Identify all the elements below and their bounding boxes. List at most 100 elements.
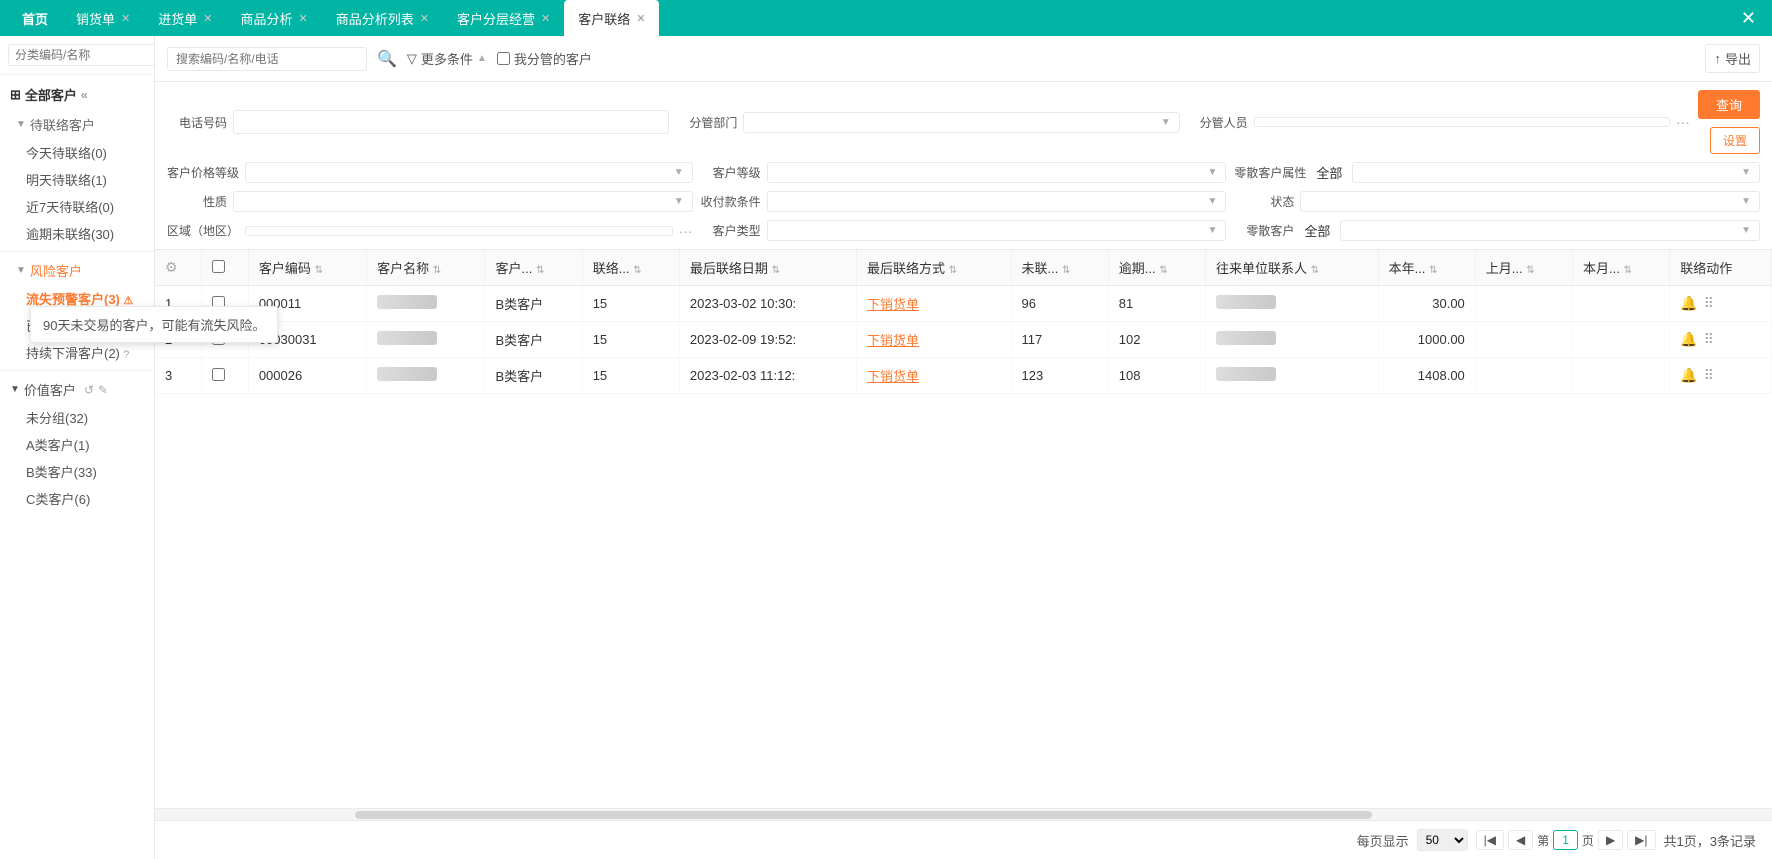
sidebar-group-risk[interactable]: ▼ 风险客户 (0, 256, 154, 285)
col-last-month[interactable]: 上月... ⇅ (1475, 250, 1572, 286)
my-customers-checkbox[interactable] (497, 52, 510, 65)
search-button[interactable]: 🔍 (377, 49, 397, 69)
export-button[interactable]: ↑ 导出 (1705, 44, 1760, 73)
close-icon[interactable]: ✕ (636, 12, 645, 25)
tab-home[interactable]: 首页 (8, 0, 62, 36)
customer-type-select[interactable]: ▼ (767, 220, 1227, 241)
contact-method-link[interactable]: 下销货单 (867, 333, 919, 348)
sidebar-search-input[interactable] (8, 44, 155, 66)
col-settings[interactable]: ⚙ (155, 250, 201, 286)
cell-last-method[interactable]: 下销货单 (857, 322, 1012, 358)
sidebar-group-value[interactable]: ▼ 价值客户 ↺ ✎ (0, 375, 154, 404)
settings-button[interactable]: 设置 (1710, 127, 1760, 154)
close-icon[interactable]: ✕ (203, 12, 212, 25)
refresh-icon[interactable]: ↺ (84, 383, 94, 397)
col-checkbox[interactable] (201, 250, 248, 286)
status-select[interactable]: ▼ (1300, 191, 1760, 212)
close-icon[interactable]: ✕ (420, 12, 429, 25)
first-page-button[interactable]: |◀ (1476, 830, 1504, 850)
sidebar-item-declining[interactable]: 持续下滑客户(2) ? (0, 339, 154, 366)
close-icon[interactable]: ✕ (121, 12, 130, 25)
cell-last-method[interactable]: 下销货单 (857, 358, 1012, 394)
edit-icon[interactable]: ✎ (98, 383, 108, 397)
sidebar-item-class-a[interactable]: A类客户(1) (0, 431, 154, 458)
sidebar-item-class-c[interactable]: C类客户(6) (0, 485, 154, 512)
sort-icon[interactable]: ⇅ (433, 265, 441, 276)
sidebar-group-pending-contact[interactable]: ▼ 待联络客户 (0, 110, 154, 139)
collapse-icon[interactable]: « (81, 88, 88, 102)
contact-action-icon[interactable]: 🔔 (1680, 331, 1697, 348)
prev-page-button[interactable]: ◀ (1508, 830, 1533, 850)
col-contact-count[interactable]: 联络... ⇅ (582, 250, 679, 286)
next-page-button[interactable]: ▶ (1598, 830, 1623, 850)
col-overdue[interactable]: 逾期... ⇅ (1108, 250, 1205, 286)
contact-action-icon[interactable]: 🔔 (1680, 367, 1697, 384)
sidebar-item-class-b[interactable]: B类客户(33) (0, 458, 154, 485)
zero-attr-select[interactable]: ▼ (1352, 162, 1760, 183)
col-this-month[interactable]: 本月... ⇅ (1573, 250, 1670, 286)
more-action-icon[interactable]: ⠿ (1704, 295, 1714, 312)
contact-action-icon[interactable]: 🔔 (1680, 295, 1697, 312)
settings-icon[interactable]: ⚙ (165, 259, 178, 275)
sort-icon[interactable]: ⇅ (1159, 265, 1167, 276)
sort-icon[interactable]: ⇅ (314, 265, 322, 276)
nature-select[interactable]: ▼ (233, 191, 693, 212)
close-icon[interactable]: ✕ (299, 12, 308, 25)
cell-last-method[interactable]: 下销货单 (857, 286, 1012, 322)
area-ellipsis[interactable]: ··· (679, 223, 693, 239)
payment-select[interactable]: ▼ (767, 191, 1227, 212)
per-page-select[interactable]: 50 100 (1417, 829, 1468, 851)
horizontal-scrollbar[interactable] (155, 808, 1772, 820)
contact-method-link[interactable]: 下销货单 (867, 297, 919, 312)
more-action-icon[interactable]: ⠿ (1704, 331, 1714, 348)
col-name[interactable]: 客户名称 ⇅ (367, 250, 485, 286)
tab-purchase[interactable]: 进货单 ✕ (144, 0, 226, 36)
more-action-icon[interactable]: ⠿ (1704, 367, 1714, 384)
tab-product-list[interactable]: 商品分析列表 ✕ (322, 0, 443, 36)
my-customers-filter[interactable]: 我分管的客户 (497, 49, 592, 68)
sort-icon[interactable]: ⇅ (1623, 265, 1631, 276)
sidebar-item-ungrouped[interactable]: 未分组(32) (0, 404, 154, 431)
price-level-select[interactable]: ▼ (245, 162, 693, 183)
dept-select[interactable]: ▼ (743, 112, 1179, 133)
col-type[interactable]: 客户... ⇅ (485, 250, 582, 286)
manager-ellipsis[interactable]: ··· (1676, 114, 1690, 130)
sidebar-item-overdue[interactable]: 逾期未联络(30) (0, 220, 154, 247)
sort-icon[interactable]: ⇅ (1062, 265, 1070, 276)
col-last-contact-date[interactable]: 最后联络日期 ⇅ (679, 250, 856, 286)
sort-icon[interactable]: ⇅ (1429, 265, 1437, 276)
query-button[interactable]: 查询 (1698, 90, 1760, 119)
sort-icon[interactable]: ⇅ (1526, 265, 1534, 276)
last-page-button[interactable]: ▶| (1627, 830, 1655, 850)
scrollbar-thumb[interactable] (355, 811, 1372, 819)
cell-checkbox[interactable] (201, 358, 248, 394)
col-last-contact-method[interactable]: 最后联络方式 ⇅ (857, 250, 1012, 286)
sort-icon[interactable]: ⇅ (633, 265, 641, 276)
sort-icon[interactable]: ⇅ (536, 265, 544, 276)
more-conditions-toggle[interactable]: ▽ 更多条件 ▲ (407, 49, 487, 68)
tab-customer-tier[interactable]: 客户分层经营 ✕ (443, 0, 564, 36)
customer-level-select[interactable]: ▼ (767, 162, 1227, 183)
tab-product-analysis[interactable]: 商品分析 ✕ (226, 0, 321, 36)
tab-sales[interactable]: 销货单 ✕ (62, 0, 144, 36)
col-this-year[interactable]: 本年... ⇅ (1378, 250, 1475, 286)
tab-customer-contact[interactable]: 客户联络 ✕ (564, 0, 659, 36)
sidebar-all-customers[interactable]: ⊞ 全部客户 « (0, 79, 154, 110)
search-input[interactable] (167, 47, 367, 71)
sort-icon[interactable]: ⇅ (949, 265, 957, 276)
sidebar-item-7days[interactable]: 近7天待联络(0) (0, 193, 154, 220)
phone-input[interactable] (233, 110, 669, 134)
sort-icon[interactable]: ⇅ (772, 265, 780, 276)
area-select[interactable] (245, 226, 673, 236)
window-close-button[interactable]: ✕ (1733, 8, 1764, 29)
row-checkbox[interactable] (212, 368, 225, 381)
sidebar-item-today[interactable]: 今天待联络(0) (0, 139, 154, 166)
col-uncontacted[interactable]: 未联... ⇅ (1011, 250, 1108, 286)
col-code[interactable]: 客户编码 ⇅ (248, 250, 366, 286)
select-all-checkbox[interactable] (212, 260, 225, 273)
col-contact-person[interactable]: 往来单位联系人 ⇅ (1205, 250, 1378, 286)
manager-select[interactable] (1254, 117, 1670, 127)
contact-method-link[interactable]: 下销货单 (867, 369, 919, 384)
close-icon[interactable]: ✕ (541, 12, 550, 25)
zero-customer-select[interactable]: ▼ (1340, 220, 1760, 241)
